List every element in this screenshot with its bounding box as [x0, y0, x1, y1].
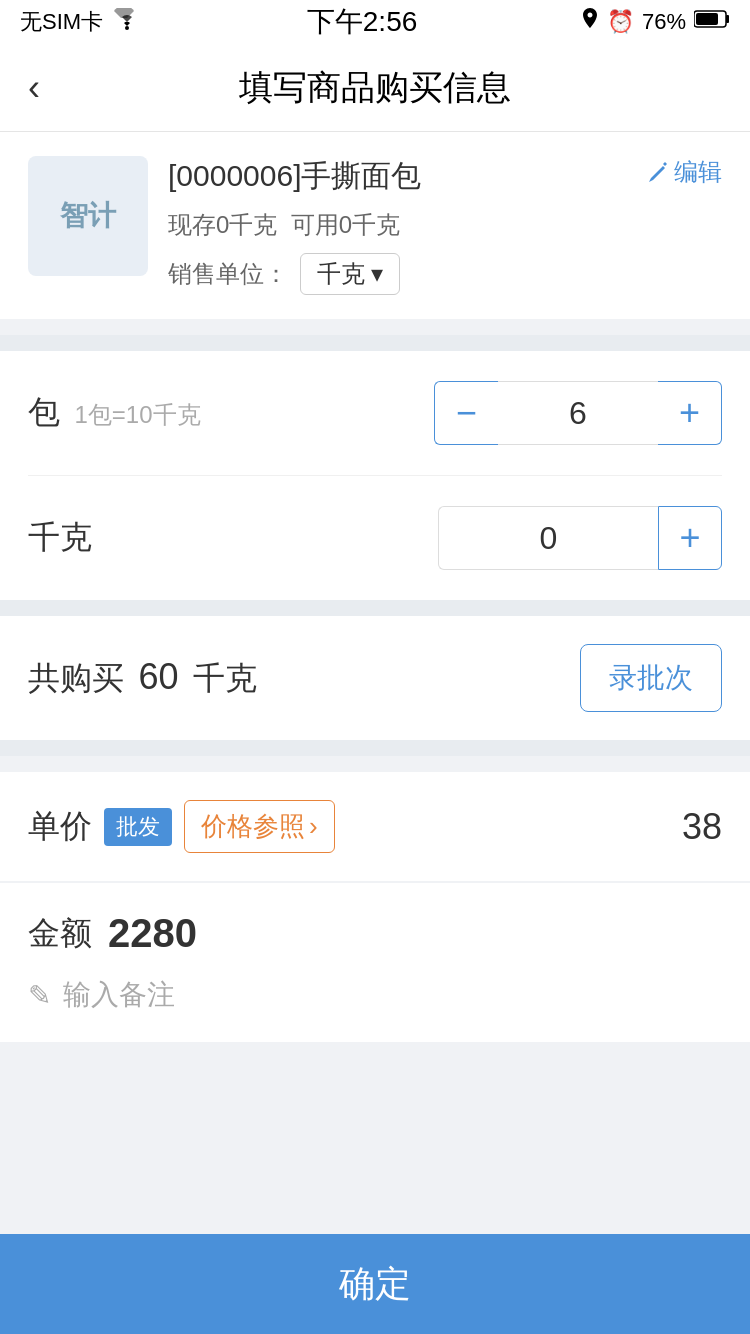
- battery-text: 76%: [642, 9, 686, 35]
- confirm-label: 确定: [339, 1260, 411, 1309]
- kg-increment-button[interactable]: +: [658, 506, 722, 570]
- total-label: 共购买: [28, 660, 124, 696]
- bag-label-group: 包 1包=10千克: [28, 391, 201, 435]
- kg-input[interactable]: [438, 506, 658, 570]
- note-row: ✎ 输入备注: [28, 976, 722, 1014]
- bag-decrement-button[interactable]: −: [434, 381, 498, 445]
- product-card: 智计 [0000006]手撕面包 编辑 现存0千克 可用0千克 销售单位： 千克…: [0, 132, 750, 319]
- price-ref-label: 价格参照: [201, 809, 305, 844]
- total-unit: 千克: [193, 660, 257, 696]
- kg-input-row: 千克 +: [28, 476, 722, 600]
- nav-bar: ‹ 填写商品购买信息: [0, 44, 750, 132]
- product-thumbnail: 智计: [28, 156, 148, 276]
- status-time: 下午2:56: [307, 3, 418, 41]
- product-logo: 智计: [60, 197, 116, 235]
- wifi-icon: [111, 8, 143, 36]
- product-stock: 现存0千克 可用0千克: [168, 209, 722, 241]
- svg-point-0: [125, 26, 129, 30]
- svg-rect-2: [726, 15, 729, 23]
- bag-label: 包: [28, 394, 60, 430]
- price-row: 单价 批发 价格参照 › 38: [28, 800, 722, 853]
- pencil-icon: ✎: [28, 979, 51, 1012]
- note-placeholder: 输入备注: [63, 976, 175, 1014]
- alarm-icon: ⏰: [607, 9, 634, 35]
- product-info: [0000006]手撕面包 编辑 现存0千克 可用0千克 销售单位： 千克 ▾: [168, 156, 722, 295]
- status-left: 无SIM卡: [20, 7, 143, 37]
- amount-section: 金额 2280 ✎ 输入备注: [0, 883, 750, 1042]
- amount-row: 金额 2280: [28, 911, 722, 956]
- battery-icon: [694, 9, 730, 35]
- kg-label: 千克: [28, 516, 92, 560]
- section-divider-2: [0, 600, 750, 616]
- price-value: 38: [682, 806, 722, 848]
- bag-stepper: − +: [434, 381, 722, 445]
- amount-label: 金额: [28, 912, 92, 956]
- status-right: ⏰ 76%: [581, 8, 730, 36]
- chevron-right-icon: ›: [309, 811, 318, 842]
- back-button[interactable]: ‹: [28, 67, 40, 109]
- bag-increment-button[interactable]: +: [658, 381, 722, 445]
- input-section: 包 1包=10千克 − + 千克 +: [0, 351, 750, 600]
- svg-rect-3: [696, 13, 718, 25]
- price-section: 单价 批发 价格参照 › 38: [0, 772, 750, 881]
- record-batch-button[interactable]: 录批次: [580, 644, 722, 712]
- price-label: 单价: [28, 805, 92, 849]
- unit-dropdown[interactable]: 千克 ▾: [300, 253, 400, 295]
- status-bar: 无SIM卡 下午2:56 ⏰ 76%: [0, 0, 750, 44]
- edit-button[interactable]: 编辑: [648, 156, 722, 188]
- unit-value: 千克: [317, 258, 365, 290]
- unit-label: 销售单位：: [168, 258, 288, 290]
- kg-stepper: +: [438, 506, 722, 570]
- section-divider-3: [0, 740, 750, 756]
- bag-hint: 1包=10千克: [74, 401, 200, 428]
- bag-input-row: 包 1包=10千克 − +: [28, 351, 722, 476]
- price-tag: 批发: [104, 808, 172, 846]
- dropdown-arrow: ▾: [371, 260, 383, 288]
- confirm-bar[interactable]: 确定: [0, 1234, 750, 1334]
- product-name-row: [0000006]手撕面包 编辑: [168, 156, 722, 197]
- location-icon: [581, 8, 599, 36]
- section-divider-1: [0, 335, 750, 351]
- edit-label: 编辑: [674, 156, 722, 188]
- bag-input[interactable]: [498, 381, 658, 445]
- page-title: 填写商品购买信息: [239, 65, 511, 111]
- total-row: 共购买 60 千克 录批次: [0, 616, 750, 740]
- product-name: [0000006]手撕面包: [168, 156, 421, 197]
- price-reference-button[interactable]: 价格参照 ›: [184, 800, 335, 853]
- product-unit-row: 销售单位： 千克 ▾: [168, 253, 722, 295]
- total-text-group: 共购买 60 千克: [28, 656, 257, 701]
- price-label-group: 单价 批发 价格参照 ›: [28, 800, 335, 853]
- total-value: 60: [138, 656, 178, 697]
- sim-text: 无SIM卡: [20, 7, 103, 37]
- amount-value: 2280: [108, 911, 197, 956]
